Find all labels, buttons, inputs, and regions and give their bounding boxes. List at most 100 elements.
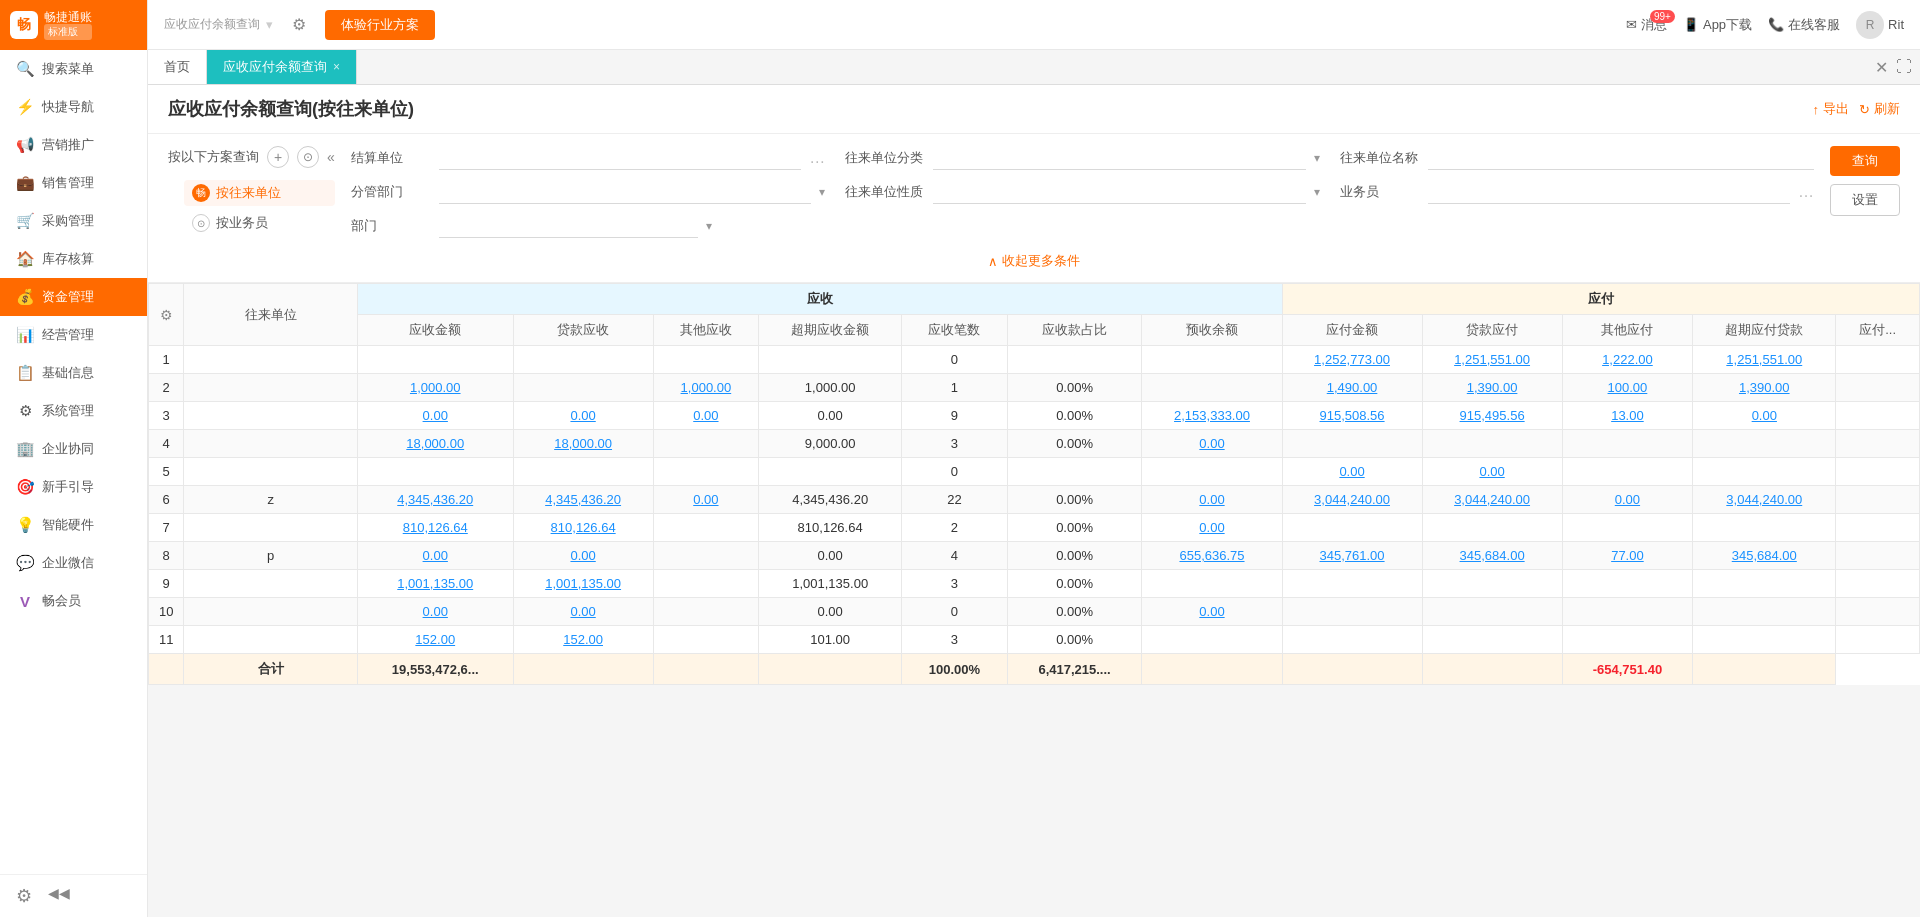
table-row: 101,252,773.001,251,551.001,222.001,251,… — [149, 346, 1920, 374]
receivable-group-header: 应收 — [357, 284, 1282, 315]
tab-home[interactable]: 首页 — [148, 50, 207, 84]
inventory-icon: 🏠 — [16, 250, 34, 268]
partner-category-select[interactable] — [933, 146, 1305, 170]
payable-group-header: 应付 — [1282, 284, 1919, 315]
message-icon: ✉ — [1626, 17, 1637, 32]
finance-icon: 💰 — [16, 288, 34, 306]
total-row: 合计 19,553,472,6... 100.00% 6,417,215....… — [149, 654, 1920, 685]
total-rec-amount[interactable]: 19,553,472,6... — [357, 654, 513, 685]
table-row: 418,000.0018,000.009,000.0030.00%0.00 — [149, 430, 1920, 458]
partner-nature-select[interactable] — [933, 180, 1305, 204]
filter-settings-button[interactable]: ⊙ — [297, 146, 319, 168]
refresh-button[interactable]: ↻ 刷新 — [1859, 100, 1900, 118]
basic-info-icon: 📋 — [16, 364, 34, 382]
salesperson-dots-icon[interactable]: … — [1798, 183, 1814, 201]
filter-collapse-button[interactable]: « — [327, 149, 335, 165]
sidebar-item-guide[interactable]: 🎯 新手引导 — [0, 468, 147, 506]
app-download-button[interactable]: 📱 App下载 — [1683, 16, 1752, 34]
bottom-settings-icon[interactable]: ⚙ — [16, 885, 32, 907]
table-settings-header[interactable]: ⚙ — [149, 284, 184, 346]
enterprise-icon: 🏢 — [16, 440, 34, 458]
search-menu-icon: 🔍 — [16, 60, 34, 78]
marketing-icon: 📢 — [16, 136, 34, 154]
settings-button[interactable]: 设置 — [1830, 184, 1900, 216]
table-row: 500.000.00 — [149, 458, 1920, 486]
filter-nav: 畅 按往来单位 ⊙ 按业务员 — [184, 180, 335, 236]
topbar-gear-button[interactable]: ⚙ — [285, 11, 313, 39]
table-settings-icon[interactable]: ⚙ — [160, 307, 173, 323]
sidebar-item-quick-nav[interactable]: ⚡ 快捷导航 — [0, 88, 147, 126]
division-chevron-icon[interactable]: ▾ — [819, 185, 825, 199]
sidebar-item-search-menu[interactable]: 🔍 搜索菜单 — [0, 50, 147, 88]
tab-arbalance[interactable]: 应收应付余额查询 × — [207, 50, 357, 84]
partner-cat-chevron-icon[interactable]: ▾ — [1314, 151, 1320, 165]
col-rec-count: 应收笔数 — [902, 315, 1007, 346]
filter-row-1: 结算单位 … 往来单位分类 ▾ 往来单位名称 — [351, 146, 1814, 170]
filter-field-dept: 部门 ▾ — [351, 214, 712, 238]
salesperson-input[interactable] — [1428, 180, 1790, 204]
total-label: 合计 — [184, 654, 357, 685]
filter-fields: 结算单位 … 往来单位分类 ▾ 往来单位名称 — [351, 146, 1814, 242]
filter-nav-by-unit[interactable]: 畅 按往来单位 — [184, 180, 335, 206]
sidebar-item-marketing[interactable]: 📢 营销推广 — [0, 126, 147, 164]
total-rec-ratio: 100.00% — [902, 654, 1007, 685]
guide-icon: 🎯 — [16, 478, 34, 496]
hardware-icon: 💡 — [16, 516, 34, 534]
breadcrumb-text: 应收应付余额查询 — [164, 16, 260, 33]
col-pay-amount: 应付金额 — [1282, 315, 1422, 346]
col-loan-rec: 贷款应收 — [513, 315, 653, 346]
sidebar-logo: 畅 畅捷通账 标准版 — [0, 0, 147, 50]
filter-nav-by-staff[interactable]: ⊙ 按业务员 — [184, 210, 335, 236]
col-other-rec: 其他应收 — [653, 315, 758, 346]
sidebar-item-member[interactable]: V 畅会员 — [0, 582, 147, 620]
sidebar-item-sales[interactable]: 💼 销售管理 — [0, 164, 147, 202]
filter-nav-icon-staff: ⊙ — [192, 214, 210, 232]
sidebar-item-basic-info[interactable]: 📋 基础信息 — [0, 354, 147, 392]
tab-controls: ✕ ⛶ — [1867, 50, 1920, 84]
tab-bar: 首页 应收应付余额查询 × ✕ ⛶ — [148, 50, 1920, 85]
topbar: 应收应付余额查询 ▾ ⚙ 体验行业方案 ✉ 消息 99+ 📱 App下载 📞 在… — [148, 0, 1920, 50]
dept-chevron-icon[interactable]: ▾ — [706, 219, 712, 233]
table-row: 30.000.000.000.0090.00%2,153,333.00915,5… — [149, 402, 1920, 430]
bottom-collapse-icon[interactable]: ◀◀ — [48, 885, 70, 907]
online-service-button[interactable]: 📞 在线客服 — [1768, 16, 1840, 34]
window-close-icon[interactable]: ✕ — [1875, 58, 1888, 77]
page-title: 应收应付余额查询(按往来单位) — [168, 97, 414, 121]
window-maximize-icon[interactable]: ⛶ — [1896, 58, 1912, 76]
filter-collapse-row[interactable]: ∧ 收起更多条件 — [168, 252, 1900, 270]
sidebar: 畅 畅捷通账 标准版 🔍 搜索菜单 ⚡ 快捷导航 📢 营销推广 💼 销售管理 🛒… — [0, 0, 148, 917]
partner-nature-chevron-icon[interactable]: ▾ — [1314, 185, 1320, 199]
partner-header: 往来单位 — [184, 284, 357, 346]
sidebar-item-finance[interactable]: 💰 资金管理 — [0, 278, 147, 316]
export-button[interactable]: ↑ 导出 — [1813, 100, 1850, 118]
page-header: 应收应付余额查询(按往来单位) ↑ 导出 ↻ 刷新 — [148, 85, 1920, 134]
sidebar-item-wechat[interactable]: 💬 企业微信 — [0, 544, 147, 582]
wechat-icon: 💬 — [16, 554, 34, 572]
table-row: 91,001,135.001,001,135.001,001,135.0030.… — [149, 570, 1920, 598]
user-menu[interactable]: R Rit — [1856, 11, 1904, 39]
filter-field-settlement: 结算单位 … — [351, 146, 825, 170]
partner-name-input[interactable] — [1428, 146, 1814, 170]
division-dept-select[interactable] — [439, 180, 811, 204]
message-button[interactable]: ✉ 消息 99+ — [1626, 16, 1667, 34]
dept-select[interactable] — [439, 214, 698, 238]
query-button[interactable]: 查询 — [1830, 146, 1900, 176]
sidebar-item-operations[interactable]: 📊 经营管理 — [0, 316, 147, 354]
filter-add-button[interactable]: + — [267, 146, 289, 168]
sidebar-item-inventory[interactable]: 🏠 库存核算 — [0, 240, 147, 278]
sidebar-item-system[interactable]: ⚙ 系统管理 — [0, 392, 147, 430]
settlement-unit-input[interactable] — [439, 146, 801, 170]
settlement-dots-icon[interactable]: … — [809, 149, 825, 167]
filter-left: 按以下方案查询 + ⊙ « 畅 按往来单位 ⊙ 按业务员 — [168, 146, 335, 242]
tab-close-icon[interactable]: × — [333, 60, 340, 74]
sidebar-item-enterprise[interactable]: 🏢 企业协同 — [0, 430, 147, 468]
breadcrumb: 应收应付余额查询 ▾ — [164, 16, 273, 33]
sidebar-item-purchase[interactable]: 🛒 采购管理 — [0, 202, 147, 240]
col-rec-amount: 应收金额 — [357, 315, 513, 346]
total-prepaid[interactable]: 6,417,215.... — [1007, 654, 1142, 685]
col-prepaid: 预收余额 — [1142, 315, 1282, 346]
filter-row-2: 分管部门 ▾ 往来单位性质 ▾ 业务员 … — [351, 180, 1814, 204]
sidebar-item-hardware[interactable]: 💡 智能硬件 — [0, 506, 147, 544]
filter-top: 按以下方案查询 + ⊙ « — [168, 146, 335, 168]
plan-button[interactable]: 体验行业方案 — [325, 10, 435, 40]
